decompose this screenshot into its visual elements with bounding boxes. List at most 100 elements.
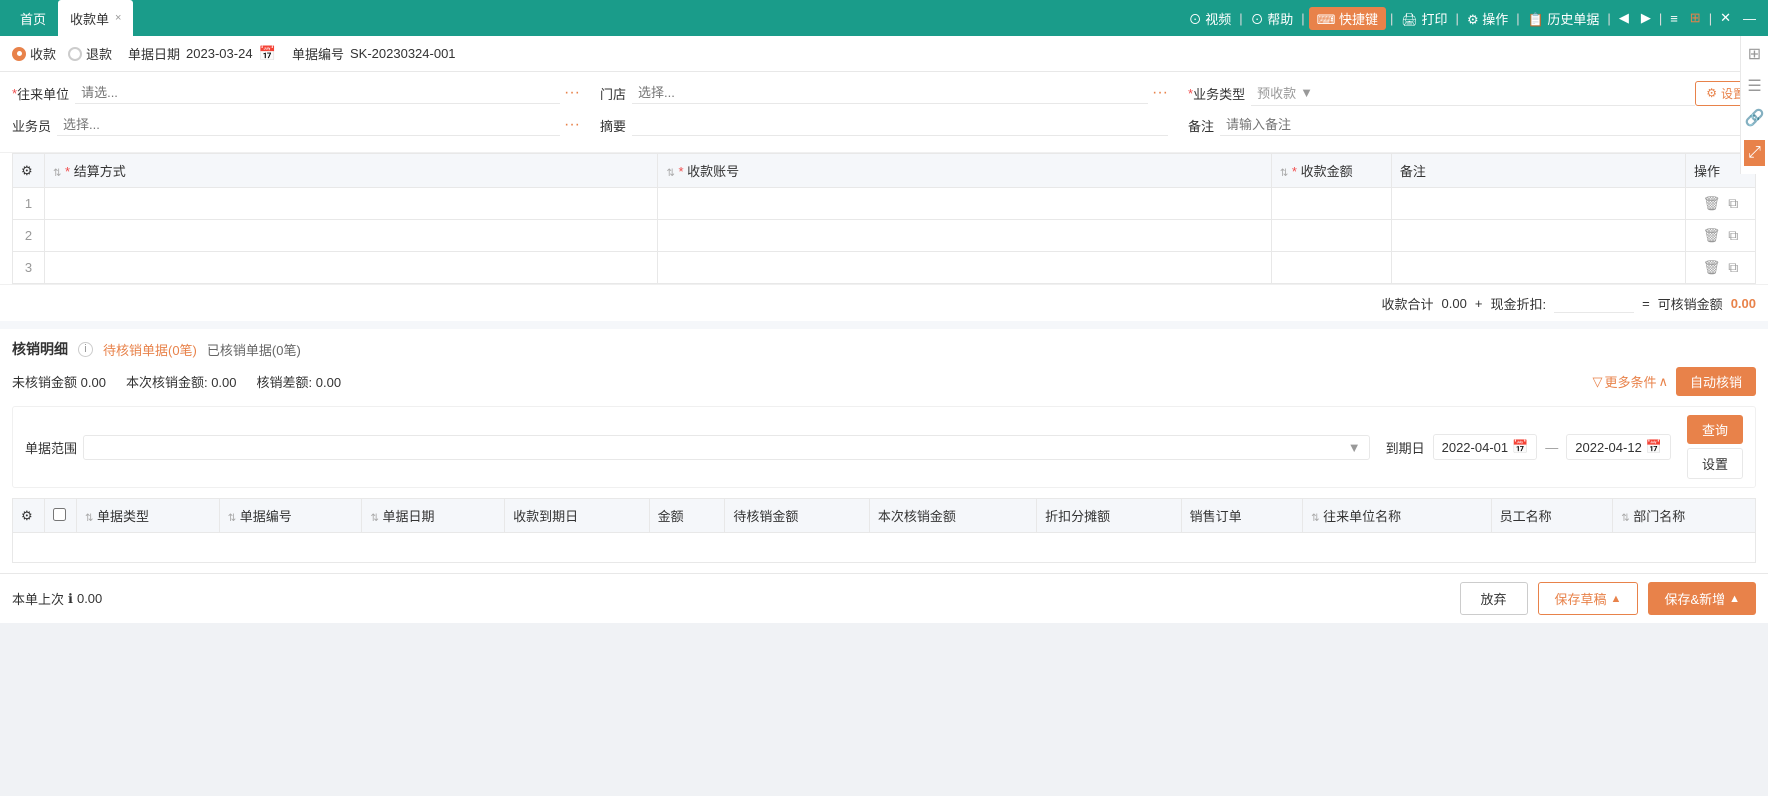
row3-account[interactable]	[658, 252, 1271, 284]
sub-gear-icon[interactable]: ⚙	[21, 508, 33, 523]
nav-operation-link[interactable]: ⚙ 操作	[1463, 7, 1512, 30]
row2-settlement[interactable]	[45, 220, 658, 252]
save-arrow-icon[interactable]: ▲	[1729, 593, 1740, 605]
radio-collection[interactable]: 收款	[12, 44, 56, 63]
range-select[interactable]: ▼	[83, 435, 1370, 460]
row2-delete-icon[interactable]: 🗑	[1703, 227, 1721, 243]
auto-hexiao-button[interactable]: 自动核销	[1676, 367, 1756, 396]
date-from-cal-icon[interactable]: 📅	[1512, 439, 1528, 455]
nav-tab-label: 收款单	[70, 9, 109, 28]
main-wrapper: 收款 退款 单据日期 2023-03-24 📅 单据编号 SK-20230324…	[0, 36, 1768, 623]
staff-more-icon[interactable]: ···	[564, 117, 580, 133]
sub-th-checkbox[interactable]	[45, 499, 77, 533]
row3-amount[interactable]	[1271, 252, 1391, 284]
sidebar-table-icon[interactable]: ⊞	[1748, 44, 1761, 64]
tab-done[interactable]: 已核销单据(0笔)	[207, 340, 301, 359]
filter-buttons: 查询 设置	[1687, 415, 1743, 479]
sort-order-num[interactable]: ⇅	[228, 513, 236, 524]
date-to-field[interactable]: 2022-04-12 📅	[1566, 434, 1671, 460]
draft-button[interactable]: 保存草稿 ▲	[1538, 582, 1639, 615]
hexiao-info-icon[interactable]: i	[78, 342, 93, 357]
date-value[interactable]: 2023-03-24	[186, 46, 253, 61]
nav-history-link[interactable]: 📋 历史单据	[1524, 7, 1604, 30]
footer-value: 0.00	[77, 591, 102, 606]
sort-dept[interactable]: ⇅	[1621, 513, 1629, 524]
sort-date[interactable]: ⇅	[370, 513, 378, 524]
business-type-select[interactable]: 预收款 ▼	[1251, 80, 1695, 106]
store-input[interactable]	[632, 82, 1148, 104]
abandon-button[interactable]: 放弃	[1460, 582, 1528, 615]
sidebar-expand-icon[interactable]: ⤢	[1744, 140, 1765, 166]
nav-home[interactable]: 首页	[8, 9, 58, 28]
chevron-up-icon: ∧	[1658, 374, 1668, 390]
sort-account[interactable]: ⇅	[666, 168, 674, 179]
date-to-cal-icon[interactable]: 📅	[1646, 439, 1662, 455]
business-type-arrow: ▼	[1300, 85, 1313, 100]
tab-pending[interactable]: 待核销单据(0笔)	[103, 340, 197, 359]
th-gear[interactable]: ⚙	[13, 154, 45, 188]
radio-refund[interactable]: 退款	[68, 44, 112, 63]
select-all-checkbox[interactable]	[53, 508, 66, 521]
sort-settlement[interactable]: ⇅	[53, 168, 61, 179]
row2-copy-icon[interactable]: ⧉	[1728, 227, 1738, 243]
filter-settings-button[interactable]: 设置	[1687, 448, 1743, 479]
sidebar-link-icon[interactable]: 🔗	[1745, 108, 1765, 128]
sub-th-gear[interactable]: ⚙	[13, 499, 45, 533]
row1-account[interactable]	[658, 188, 1271, 220]
row2-account[interactable]	[658, 220, 1271, 252]
draft-arrow-icon[interactable]: ▲	[1611, 593, 1622, 605]
calendar-icon[interactable]: 📅	[259, 45, 276, 62]
save-button[interactable]: 保存&新增 ▲	[1648, 582, 1756, 615]
date-from-field[interactable]: 2022-04-01 📅	[1433, 434, 1538, 460]
table-gear-icon[interactable]: ⚙	[21, 163, 33, 178]
row1-copy-icon[interactable]: ⧉	[1728, 195, 1738, 211]
nav-video-link[interactable]: ⊙ 视频	[1185, 7, 1236, 30]
toolbar-row: 收款 退款 单据日期 2023-03-24 📅 单据编号 SK-20230324…	[0, 36, 1768, 72]
sort-counterpart[interactable]: ⇅	[1311, 513, 1319, 524]
counterpart-more-icon[interactable]: ···	[564, 85, 580, 101]
row3-delete-icon[interactable]: 🗑	[1703, 259, 1721, 275]
nav-next-icon[interactable]: ▶	[1637, 8, 1655, 28]
row3-copy-icon[interactable]: ⧉	[1728, 259, 1738, 275]
counterpart-input[interactable]	[75, 82, 560, 104]
row1-settlement[interactable]	[45, 188, 658, 220]
summary-row: 收款合计 0.00 + 现金折扣: = 可核销金额 0.00	[0, 284, 1768, 321]
date-to-value: 2022-04-12	[1575, 440, 1642, 455]
sub-th-pending: 待核销金额	[725, 499, 869, 533]
filter-row: 单据范围 ▼ 到期日 2022-04-01 📅 — 2022-04-12 📅	[12, 406, 1756, 488]
row2-amount[interactable]	[1271, 220, 1391, 252]
nav-shortcut-link[interactable]: ⌨ 快捷键	[1309, 7, 1386, 30]
row3-settlement[interactable]	[45, 252, 658, 284]
row2-remark[interactable]	[1391, 220, 1685, 252]
nav-prev-icon[interactable]: ◀	[1615, 8, 1633, 28]
footer-info-icon[interactable]: ℹ	[68, 591, 73, 607]
store-more-icon[interactable]: ···	[1152, 85, 1168, 101]
nav-minimize-icon[interactable]: —	[1739, 9, 1760, 28]
more-conditions-btn[interactable]: ▽ 更多条件 ∧	[1592, 372, 1668, 391]
summary-input[interactable]	[632, 114, 1168, 136]
cash-discount-input[interactable]	[1554, 293, 1634, 313]
nav-list-icon[interactable]: ≡	[1666, 9, 1682, 28]
sort-amount[interactable]: ⇅	[1280, 168, 1288, 179]
nav-tab-close[interactable]: ×	[115, 12, 121, 24]
row1-amount[interactable]	[1271, 188, 1391, 220]
staff-input[interactable]	[57, 114, 560, 136]
date-filter-field: 到期日 2022-04-01 📅 — 2022-04-12 📅	[1386, 434, 1671, 460]
staff-field: 业务员 ···	[12, 114, 580, 136]
row1-delete-icon[interactable]: 🗑	[1703, 195, 1721, 211]
nav-print-link[interactable]: 🖨 打印	[1397, 7, 1451, 30]
nav-close-window[interactable]: ✕	[1716, 8, 1735, 28]
sidebar-list-icon[interactable]: ☰	[1747, 76, 1761, 96]
sort-type[interactable]: ⇅	[85, 513, 93, 524]
remark-input[interactable]	[1220, 114, 1756, 136]
nav-help-link[interactable]: ⊙ 帮助	[1247, 7, 1298, 30]
query-button[interactable]: 查询	[1687, 415, 1743, 444]
staff-label: 业务员	[12, 116, 51, 135]
row1-remark[interactable]	[1391, 188, 1685, 220]
order-value[interactable]: SK-20230324-001	[350, 46, 456, 61]
row1-actions: 🗑 ⧉	[1686, 188, 1756, 220]
right-sidebar: ⊞ ☰ 🔗 ⤢	[1740, 36, 1768, 174]
nav-tab-collection[interactable]: 收款单 ×	[58, 0, 133, 36]
row3-remark[interactable]	[1391, 252, 1685, 284]
nav-grid-icon[interactable]: ⊞	[1686, 8, 1705, 28]
